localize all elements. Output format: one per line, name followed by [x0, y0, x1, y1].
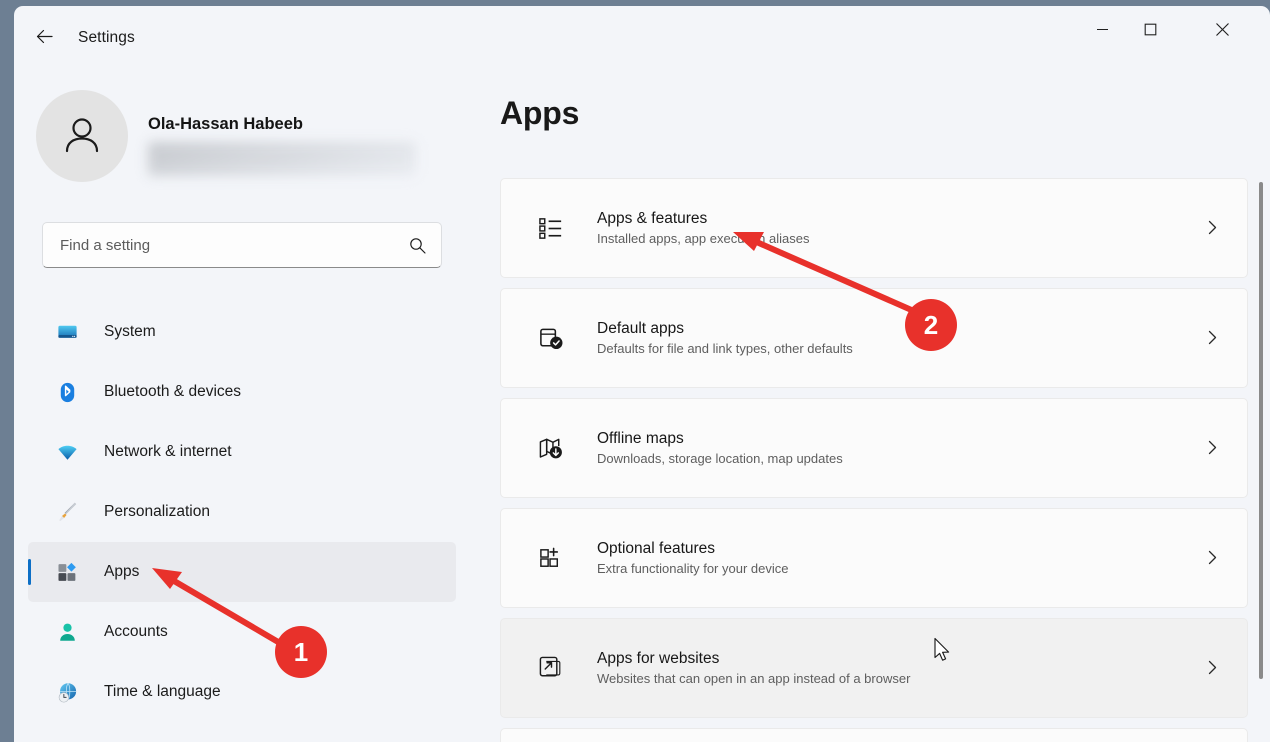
account-name: Ola-Hassan Habeeb — [148, 115, 303, 134]
avatar — [36, 90, 128, 182]
sidebar: Ola-Hassan Habeeb — [14, 68, 474, 742]
sidebar-item-label: Personalization — [104, 503, 210, 521]
sidebar-item-label: Apps — [104, 563, 139, 581]
sidebar-item-apps[interactable]: Apps — [28, 542, 456, 602]
sidebar-item-label: Time & language — [104, 683, 221, 701]
sidebar-item-label: Bluetooth & devices — [104, 383, 241, 401]
back-arrow-icon — [34, 26, 55, 47]
card-text: Offline maps Downloads, storage location… — [597, 430, 1247, 466]
card-subtitle: Extra functionality for your device — [597, 561, 1247, 576]
scrollbar[interactable] — [1255, 172, 1267, 742]
sidebar-item-time-language[interactable]: Time & language — [28, 662, 456, 722]
bluetooth-icon — [54, 379, 80, 405]
settings-card-list: Apps & features Installed apps, app exec… — [500, 178, 1248, 742]
card-title: Offline maps — [597, 430, 1247, 448]
maximize-button[interactable] — [1126, 6, 1174, 52]
sidebar-item-bluetooth-devices[interactable]: Bluetooth & devices — [28, 362, 456, 422]
close-icon — [1215, 22, 1230, 37]
search-box[interactable] — [42, 222, 442, 268]
person-avatar-icon — [57, 111, 107, 161]
search-input[interactable] — [60, 223, 390, 267]
card-text: Apps & features Installed apps, app exec… — [597, 210, 1247, 246]
app-title: Settings — [78, 29, 135, 47]
chevron-right-icon[interactable] — [1204, 329, 1221, 351]
maximize-icon — [1144, 23, 1157, 36]
globe-clock-icon — [54, 679, 80, 705]
scrollbar-thumb[interactable] — [1259, 182, 1263, 679]
monitor-icon — [54, 319, 80, 345]
page-title: Apps — [500, 95, 579, 132]
sidebar-item-label: Network & internet — [104, 443, 232, 461]
chevron-right-icon[interactable] — [1204, 439, 1221, 461]
card-default-apps[interactable]: Default apps Defaults for file and link … — [500, 288, 1248, 388]
card-partial-next[interactable] — [500, 728, 1248, 742]
back-button[interactable] — [22, 16, 66, 56]
chevron-right-icon[interactable] — [1204, 549, 1221, 571]
card-title: Apps & features — [597, 210, 1247, 228]
card-text: Apps for websites Websites that can open… — [597, 650, 1247, 686]
person-icon — [54, 619, 80, 645]
card-subtitle: Websites that can open in an app instead… — [597, 671, 1247, 686]
sidebar-item-system[interactable]: System — [28, 302, 456, 362]
sidebar-item-accounts[interactable]: Accounts — [28, 602, 456, 662]
close-button[interactable] — [1198, 6, 1246, 52]
card-subtitle: Installed apps, app execution aliases — [597, 231, 1247, 246]
map-download-icon — [535, 432, 567, 464]
minimize-icon — [1096, 23, 1109, 36]
wifi-icon — [54, 439, 80, 465]
sidebar-item-label: System — [104, 323, 156, 341]
card-subtitle: Defaults for file and link types, other … — [597, 341, 1247, 356]
sidebar-nav: System Bluetooth & devices — [28, 302, 456, 722]
grid-plus-icon — [535, 542, 567, 574]
card-text: Optional features Extra functionality fo… — [597, 540, 1247, 576]
card-text: Default apps Defaults for file and link … — [597, 320, 1247, 356]
default-apps-check-icon — [535, 322, 567, 354]
card-optional-features[interactable]: Optional features Extra functionality fo… — [500, 508, 1248, 608]
title-bar: Settings — [14, 6, 1270, 68]
minimize-button[interactable] — [1078, 6, 1126, 52]
settings-window: Settings Ola-Ha — [14, 6, 1270, 742]
account-block[interactable]: Ola-Hassan Habeeb — [36, 90, 436, 182]
sidebar-item-network-internet[interactable]: Network & internet — [28, 422, 456, 482]
sidebar-item-label: Accounts — [104, 623, 168, 641]
card-title: Optional features — [597, 540, 1247, 558]
external-link-icon — [535, 652, 567, 684]
card-apps-for-websites[interactable]: Apps for websites Websites that can open… — [500, 618, 1248, 718]
apps-icon — [54, 559, 80, 585]
card-apps-and-features[interactable]: Apps & features Installed apps, app exec… — [500, 178, 1248, 278]
sidebar-item-personalization[interactable]: Personalization — [28, 482, 456, 542]
card-offline-maps[interactable]: Offline maps Downloads, storage location… — [500, 398, 1248, 498]
chevron-right-icon[interactable] — [1204, 659, 1221, 681]
account-email-redacted — [148, 142, 416, 176]
main-content: Apps Apps & features Installed apps, ap — [474, 68, 1270, 742]
card-title: Apps for websites — [597, 650, 1247, 668]
card-subtitle: Downloads, storage location, map updates — [597, 451, 1247, 466]
chevron-right-icon[interactable] — [1204, 219, 1221, 241]
search-icon — [408, 236, 427, 260]
bulleted-list-icon — [535, 212, 567, 244]
card-title: Default apps — [597, 320, 1247, 338]
paintbrush-icon — [54, 499, 80, 525]
